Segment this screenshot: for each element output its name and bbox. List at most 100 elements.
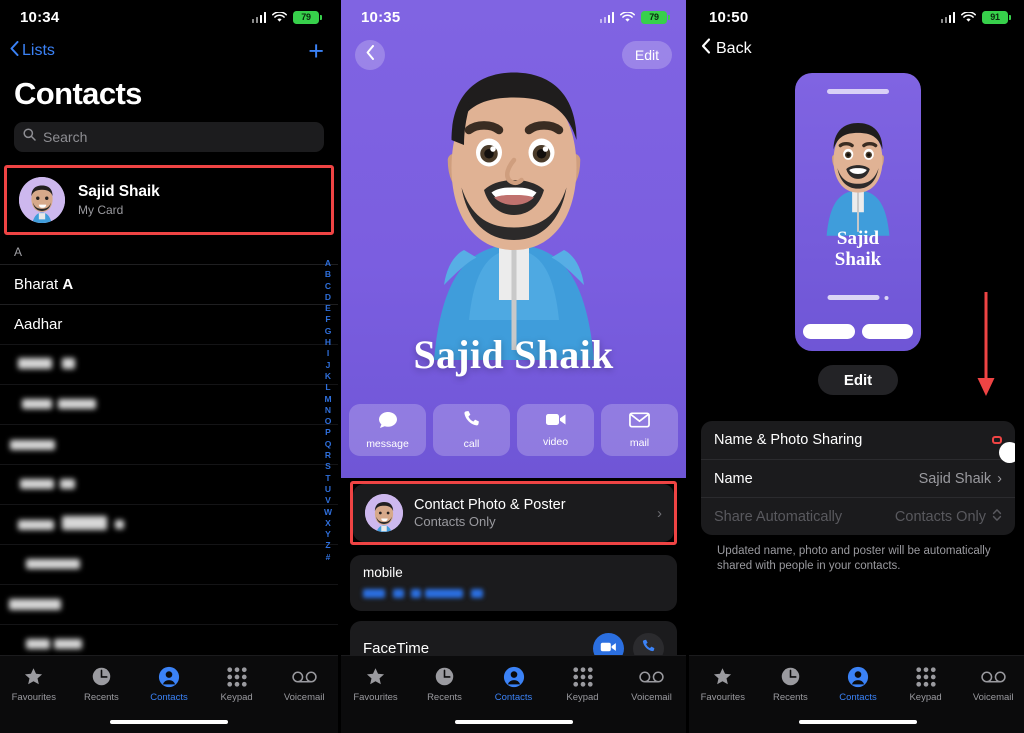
tab-contacts[interactable]: Contacts — [824, 665, 892, 703]
back-button[interactable] — [355, 40, 385, 70]
person-circle-icon — [847, 665, 869, 688]
back-to-lists-button[interactable]: Lists — [10, 41, 55, 61]
tab-label: Recents — [427, 692, 462, 703]
phone-number-blurred — [363, 589, 664, 598]
row-share-automatically[interactable]: Share Automatically Contacts Only — [701, 497, 1015, 535]
my-card-text: Sajid Shaik My Card — [78, 183, 160, 217]
voicemail-icon — [291, 665, 317, 688]
keypad-grid-icon — [915, 665, 936, 688]
chevron-right-icon: › — [657, 504, 662, 522]
poster-preview-card[interactable]: Sajid Shaik — [795, 73, 921, 351]
row-name[interactable]: Name Sajid Shaik › — [701, 459, 1015, 497]
list-item[interactable]: Bharat A — [0, 264, 338, 304]
battery-level: 79 — [649, 11, 659, 22]
tab-favourites[interactable]: Favourites — [0, 665, 68, 703]
contact-photo-poster-row[interactable]: Contact Photo & Poster Contacts Only › — [353, 484, 674, 542]
home-indicator — [799, 719, 917, 724]
tab-voicemail[interactable]: Voicemail — [959, 665, 1024, 703]
list-item-blurred[interactable] — [0, 344, 338, 384]
message-button[interactable]: message — [349, 404, 426, 456]
index-letter: X — [325, 517, 331, 528]
settings-card: Name & Photo Sharing Name Sajid Shaik › … — [701, 421, 1015, 535]
wifi-icon — [272, 11, 287, 23]
action-label: call — [463, 438, 480, 450]
tab-contacts[interactable]: Contacts — [135, 665, 203, 703]
toggle-highlight — [992, 436, 1015, 463]
index-letter: Z — [325, 540, 331, 551]
list-item-blurred[interactable] — [0, 464, 338, 504]
alphabet-index[interactable]: A B C D E F G H I J K L M N O P Q R S T U V W X Y Z # — [321, 258, 335, 563]
clock-icon — [434, 665, 455, 688]
tab-voicemail[interactable]: Voicemail — [617, 665, 686, 703]
tab-favourites[interactable]: Favourites — [341, 665, 410, 703]
tab-voicemail[interactable]: Voicemail — [270, 665, 338, 703]
tab-keypad[interactable]: Keypad — [548, 665, 617, 703]
tab-keypad[interactable]: Keypad — [203, 665, 271, 703]
row-name-photo-sharing[interactable]: Name & Photo Sharing — [701, 421, 1015, 463]
chevron-left-icon — [366, 45, 375, 65]
mobile-label: mobile — [363, 565, 403, 580]
call-button[interactable]: call — [433, 404, 510, 456]
my-card-row[interactable]: Sajid Shaik My Card — [7, 168, 331, 232]
person-circle-icon — [503, 665, 525, 688]
poster-button-placeholders — [803, 324, 913, 339]
keypad-grid-icon — [226, 665, 247, 688]
index-letter: E — [325, 303, 331, 314]
action-label: mail — [629, 436, 650, 449]
clock-icon — [91, 665, 112, 688]
tab-contacts[interactable]: Contacts — [479, 665, 548, 703]
list-item-blurred[interactable] — [0, 384, 338, 424]
index-letter: F — [325, 314, 331, 325]
tab-label: Voicemail — [972, 692, 1014, 703]
memoji-avatar — [19, 177, 65, 223]
footer-note: Updated name, photo and poster will be a… — [717, 545, 991, 572]
list-item-blurred[interactable] — [0, 504, 338, 544]
edit-button[interactable]: Edit — [817, 365, 899, 395]
list-item-blurred[interactable] — [0, 424, 338, 464]
list-item-blurred[interactable] — [0, 584, 338, 624]
mail-button[interactable]: mail — [601, 404, 678, 456]
back-button[interactable]: Back — [701, 38, 752, 59]
tab-label: Favourites — [353, 692, 398, 703]
chevron-updown-icon — [992, 508, 1002, 526]
detail-list: Contact Photo & Poster Contacts Only › m… — [341, 478, 686, 676]
battery-charging-icon: 79 — [641, 10, 670, 24]
toggle-knob — [999, 442, 1015, 463]
index-letter: O — [324, 416, 332, 427]
tab-keypad[interactable]: Keypad — [892, 665, 960, 703]
star-icon — [365, 665, 386, 688]
search-input[interactable]: Search — [14, 122, 324, 152]
edit-button-wrap: Edit — [689, 365, 1024, 395]
tab-favourites[interactable]: Favourites — [689, 665, 757, 703]
tab-bar: Favourites Recents Contacts Keypad Voice… — [341, 655, 686, 733]
chevron-left-icon — [10, 41, 19, 61]
panel-name-photo-sharing: 10:50 91 Back Sajid Shaik Edit Name & Ph… — [689, 0, 1024, 733]
setting-value-wrap: Contacts Only — [895, 508, 1002, 526]
panel-contacts-list: 10:34 79 Lists + Contacts Search Sajid S… — [0, 0, 338, 733]
cellular-signal-icon — [251, 11, 266, 23]
voicemail-icon — [639, 665, 664, 688]
row-subtitle: Contacts Only — [414, 514, 496, 529]
video-button[interactable]: video — [517, 404, 594, 456]
plus-icon[interactable]: + — [308, 37, 324, 65]
status-time: 10:50 — [709, 8, 749, 26]
home-indicator — [110, 719, 228, 724]
tab-recents[interactable]: Recents — [757, 665, 825, 703]
panel-contact-detail: 10:35 79 Edit Sajid Shaik message call v… — [341, 0, 686, 733]
envelope-icon — [629, 411, 650, 433]
poster-preview-name: Sajid Shaik — [795, 228, 921, 270]
quick-actions: message call video mail — [349, 404, 678, 456]
index-letter: S — [325, 461, 331, 472]
list-item-blurred[interactable] — [0, 544, 338, 584]
home-indicator — [454, 719, 573, 724]
tab-label: Voicemail — [631, 692, 672, 703]
poster-widget-placeholder — [827, 295, 889, 300]
row-title: Contact Photo & Poster — [414, 497, 566, 513]
list-item[interactable]: Aadhar — [0, 304, 338, 344]
page-title: Contacts — [14, 76, 142, 111]
tab-bar: Favourites Recents Contacts Keypad Voice… — [0, 655, 338, 733]
tab-recents[interactable]: Recents — [410, 665, 479, 703]
tab-recents[interactable]: Recents — [68, 665, 136, 703]
mobile-number-card[interactable]: mobile — [350, 555, 677, 611]
index-letter: U — [324, 483, 332, 494]
